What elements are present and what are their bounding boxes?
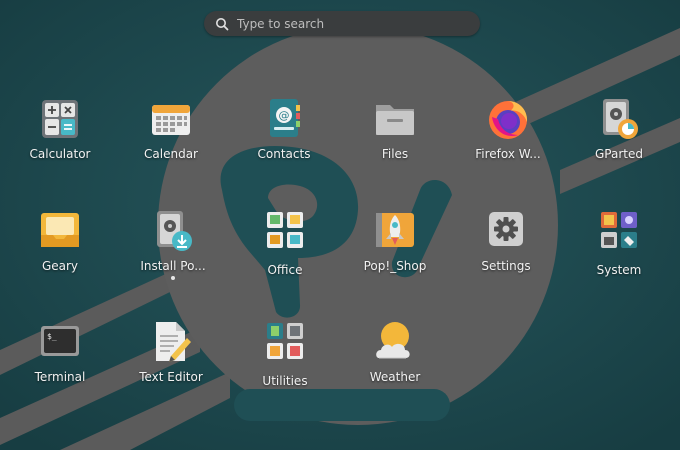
- gear-icon: [489, 212, 523, 246]
- app-geary[interactable]: Geary: [7, 209, 113, 309]
- firefox-icon: [489, 101, 528, 139]
- utilities-folder-icon: [267, 323, 303, 359]
- app-label: Calculator: [29, 147, 91, 161]
- app-label: Pop!_Shop: [363, 259, 427, 273]
- svg-text:$_: $_: [47, 332, 57, 341]
- app-install-pop[interactable]: Install Po...: [120, 209, 226, 309]
- app-label: System: [596, 263, 642, 277]
- svg-text:@: @: [279, 109, 290, 122]
- calculator-icon: [42, 100, 78, 138]
- mail-icon: [41, 213, 79, 247]
- app-label: GParted: [595, 147, 643, 161]
- app-label: Geary: [41, 259, 79, 273]
- text-editor-icon: [156, 322, 191, 362]
- app-label: Office: [267, 263, 303, 277]
- app-terminal[interactable]: $_ Terminal: [7, 320, 113, 420]
- folder-icon: [376, 105, 414, 135]
- app-text-editor[interactable]: Text Editor: [118, 320, 224, 420]
- app-gparted[interactable]: GParted: [566, 97, 672, 197]
- app-label: Contacts: [257, 147, 311, 161]
- calendar-icon: [152, 105, 190, 135]
- app-weather[interactable]: Weather: [342, 320, 448, 420]
- app-label: Install Po...: [140, 259, 206, 273]
- terminal-icon: $_: [41, 326, 79, 356]
- gparted-icon: [603, 99, 638, 139]
- folder-utilities[interactable]: Utilities: [232, 320, 338, 420]
- search-icon: [216, 17, 229, 30]
- app-label: Files: [381, 147, 409, 161]
- contacts-icon: @: [270, 99, 300, 137]
- app-label: Firefox W...: [475, 147, 541, 161]
- app-contacts[interactable]: @ Contacts: [231, 97, 337, 197]
- app-label: Weather: [369, 370, 421, 384]
- app-pop-shop[interactable]: Pop!_Shop: [342, 209, 448, 309]
- app-label: Calendar: [144, 147, 198, 161]
- folder-office[interactable]: Office: [232, 209, 338, 309]
- app-calculator[interactable]: Calculator: [7, 97, 113, 197]
- app-label: Settings: [481, 259, 531, 273]
- office-folder-icon: [267, 212, 303, 248]
- rocket-shop-icon: [376, 213, 414, 247]
- app-label: Utilities: [262, 374, 308, 388]
- app-firefox[interactable]: Firefox W...: [455, 97, 561, 197]
- search-input[interactable]: [237, 16, 467, 31]
- running-indicator: [171, 276, 175, 280]
- app-label: Text Editor: [139, 370, 203, 384]
- folder-system[interactable]: System: [566, 209, 672, 309]
- installer-icon: [157, 211, 192, 251]
- system-folder-icon: [601, 212, 637, 248]
- app-settings[interactable]: Settings: [453, 209, 559, 309]
- app-files[interactable]: Files: [342, 97, 448, 197]
- app-label: Terminal: [34, 370, 86, 384]
- app-calendar[interactable]: Calendar: [118, 97, 224, 197]
- weather-icon: [376, 322, 410, 359]
- search-bar[interactable]: [204, 11, 480, 36]
